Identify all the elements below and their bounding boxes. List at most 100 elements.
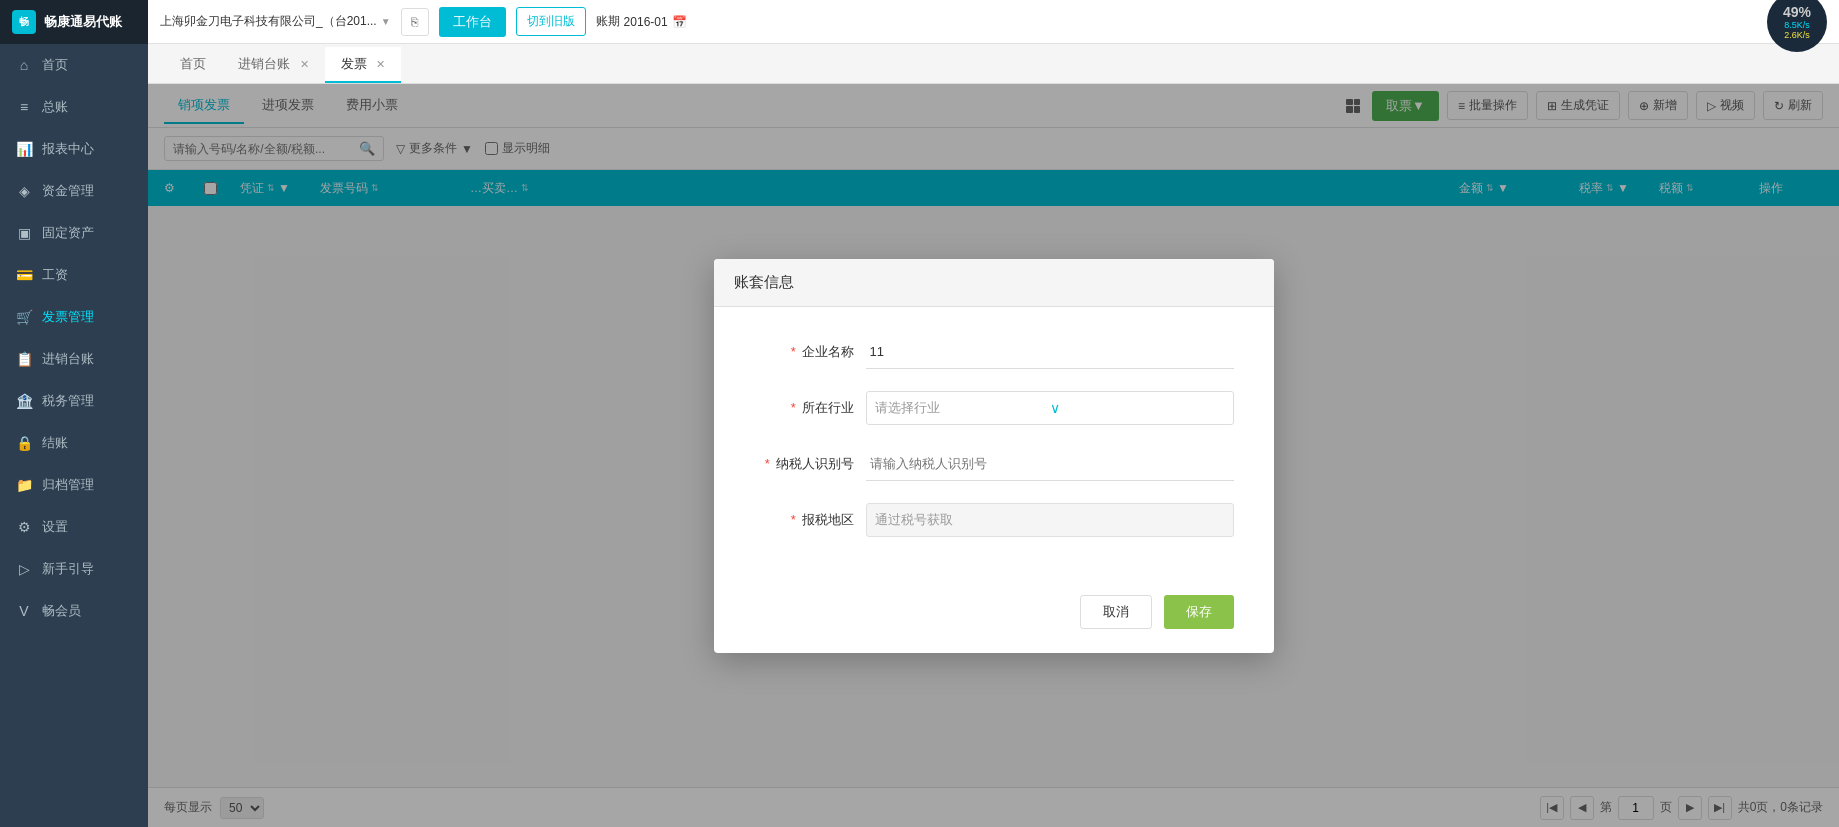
tax-id-input[interactable] (866, 447, 1234, 481)
required-star: * (791, 344, 796, 359)
topbar: 上海卯金刀电子科技有限公司_（台201... ▼ ⎘ 工作台 切到旧版 账期 2… (148, 0, 1839, 44)
label-text: 企业名称 (802, 344, 854, 359)
sidebar-item-label: 税务管理 (42, 392, 94, 410)
archive-icon: 📁 (16, 477, 32, 493)
industry-label: * 所在行业 (754, 399, 854, 417)
download-speed: 2.6K/s (1784, 30, 1810, 40)
dialog-footer: 取消 保存 (714, 579, 1274, 653)
tab-purchase[interactable]: 进销台账 ✕ (222, 47, 325, 83)
home-icon: ⌂ (16, 57, 32, 73)
member-icon: V (16, 603, 32, 619)
company-selector[interactable]: 上海卯金刀电子科技有限公司_（台201... ▼ (160, 13, 391, 30)
sidebar-item-payroll[interactable]: 💳 工资 (0, 254, 148, 296)
tax-region-label: * 报税地区 (754, 511, 854, 529)
upload-speed: 8.5K/s (1784, 20, 1810, 30)
closing-icon: 🔒 (16, 435, 32, 451)
copy-button[interactable]: ⎘ (401, 8, 429, 36)
industry-placeholder: 请选择行业 (875, 399, 1050, 417)
sidebar-item-label: 结账 (42, 434, 68, 452)
tab-home-label: 首页 (180, 56, 206, 71)
purchase-icon: 📋 (16, 351, 32, 367)
tax-id-row: * 纳税人识别号 (754, 447, 1234, 481)
sidebar-item-label: 资金管理 (42, 182, 94, 200)
tax-region-placeholder: 通过税号获取 (875, 511, 953, 529)
dialog-header: 账套信息 (714, 259, 1274, 307)
sidebar-item-purchase[interactable]: 📋 进销台账 (0, 338, 148, 380)
required-star: * (791, 400, 796, 415)
sidebar: 畅 畅康通易代账 ⌂ 首页 ≡ 总账 📊 报表中心 ◈ 资金管理 ▣ 固定资产 … (0, 0, 148, 827)
company-name-row: * 企业名称 (754, 335, 1234, 369)
sidebar-item-tax[interactable]: 🏦 税务管理 (0, 380, 148, 422)
sidebar-item-label: 进销台账 (42, 350, 94, 368)
tax-id-label: * 纳税人识别号 (754, 455, 854, 473)
sidebar-item-ledger[interactable]: ≡ 总账 (0, 86, 148, 128)
cancel-button[interactable]: 取消 (1080, 595, 1152, 629)
label-text: 报税地区 (802, 512, 854, 527)
modal-overlay: 账套信息 * 企业名称 * 所在行 (148, 84, 1839, 827)
sidebar-item-reports[interactable]: 📊 报表中心 (0, 128, 148, 170)
dialog-title: 账套信息 (734, 273, 794, 290)
sidebar-item-label: 归档管理 (42, 476, 94, 494)
settings-icon: ⚙ (16, 519, 32, 535)
logo-text: 畅康通易代账 (44, 13, 122, 31)
sidebar-item-archive[interactable]: 📁 归档管理 (0, 464, 148, 506)
assets-icon: ▣ (16, 225, 32, 241)
sidebar-item-member[interactable]: V 畅会员 (0, 590, 148, 632)
company-name: 上海卯金刀电子科技有限公司_（台201... (160, 13, 377, 30)
sidebar-item-closing[interactable]: 🔒 结账 (0, 422, 148, 464)
sidebar-item-label: 设置 (42, 518, 68, 536)
tab-home[interactable]: 首页 (164, 47, 222, 83)
sidebar-item-home[interactable]: ⌂ 首页 (0, 44, 148, 86)
guide-icon: ▷ (16, 561, 32, 577)
payroll-icon: 💳 (16, 267, 32, 283)
label-text: 所在行业 (802, 400, 854, 415)
tab-purchase-close[interactable]: ✕ (300, 58, 309, 70)
tax-region-row: * 报税地区 通过税号获取 (754, 503, 1234, 537)
period-value: 2016-01 (624, 15, 668, 29)
dialog-body: * 企业名称 * 所在行业 请选择行业 ∨ (714, 307, 1274, 579)
company-name-label: * 企业名称 (754, 343, 854, 361)
sidebar-item-funds[interactable]: ◈ 资金管理 (0, 170, 148, 212)
sidebar-item-label: 工资 (42, 266, 68, 284)
logo-icon: 畅 (12, 10, 36, 34)
reports-icon: 📊 (16, 141, 32, 157)
sidebar-item-settings[interactable]: ⚙ 设置 (0, 506, 148, 548)
tax-region-display: 通过税号获取 (866, 503, 1234, 537)
sidebar-item-label: 发票管理 (42, 308, 94, 326)
network-percent: 49% (1783, 4, 1811, 20)
save-button[interactable]: 保存 (1164, 595, 1234, 629)
funds-icon: ◈ (16, 183, 32, 199)
sidebar-item-label: 新手引导 (42, 560, 94, 578)
tax-icon: 🏦 (16, 393, 32, 409)
tab-invoice-close[interactable]: ✕ (376, 58, 385, 70)
sidebar-item-label: 固定资产 (42, 224, 94, 242)
period-label: 账期 (596, 13, 620, 30)
sidebar-item-label: 首页 (42, 56, 68, 74)
sidebar-item-label: 畅会员 (42, 602, 81, 620)
tab-purchase-label: 进销台账 (238, 56, 290, 71)
sidebar-logo: 畅 畅康通易代账 (0, 0, 148, 44)
sidebar-item-guide[interactable]: ▷ 新手引导 (0, 548, 148, 590)
sidebar-item-label: 总账 (42, 98, 68, 116)
sidebar-item-assets[interactable]: ▣ 固定资产 (0, 212, 148, 254)
period-display: 账期 2016-01 📅 (596, 13, 687, 30)
main-content: 上海卯金刀电子科技有限公司_（台201... ▼ ⎘ 工作台 切到旧版 账期 2… (148, 0, 1839, 827)
calendar-icon[interactable]: 📅 (672, 15, 687, 29)
account-info-dialog: 账套信息 * 企业名称 * 所在行 (714, 259, 1274, 653)
label-text: 纳税人识别号 (776, 456, 854, 471)
tab-invoice-label: 发票 (341, 56, 367, 71)
company-name-input[interactable] (866, 335, 1234, 369)
tab-invoice[interactable]: 发票 ✕ (325, 47, 402, 83)
switch-version-button[interactable]: 切到旧版 (516, 7, 586, 36)
required-star: * (765, 456, 770, 471)
industry-chevron-down-icon: ∨ (1050, 400, 1225, 416)
company-chevron-icon: ▼ (381, 16, 391, 27)
tab-bar: 首页 进销台账 ✕ 发票 ✕ (148, 44, 1839, 84)
workspace-button[interactable]: 工作台 (439, 7, 506, 37)
industry-row: * 所在行业 请选择行业 ∨ (754, 391, 1234, 425)
sidebar-item-label: 报表中心 (42, 140, 94, 158)
ledger-icon: ≡ (16, 99, 32, 115)
sidebar-item-invoice[interactable]: 🛒 发票管理 (0, 296, 148, 338)
content-area: 销项发票 进项发票 费用小票 取票▼ ≡ 批量操作 ⊞ (148, 84, 1839, 827)
industry-select[interactable]: 请选择行业 ∨ (866, 391, 1234, 425)
